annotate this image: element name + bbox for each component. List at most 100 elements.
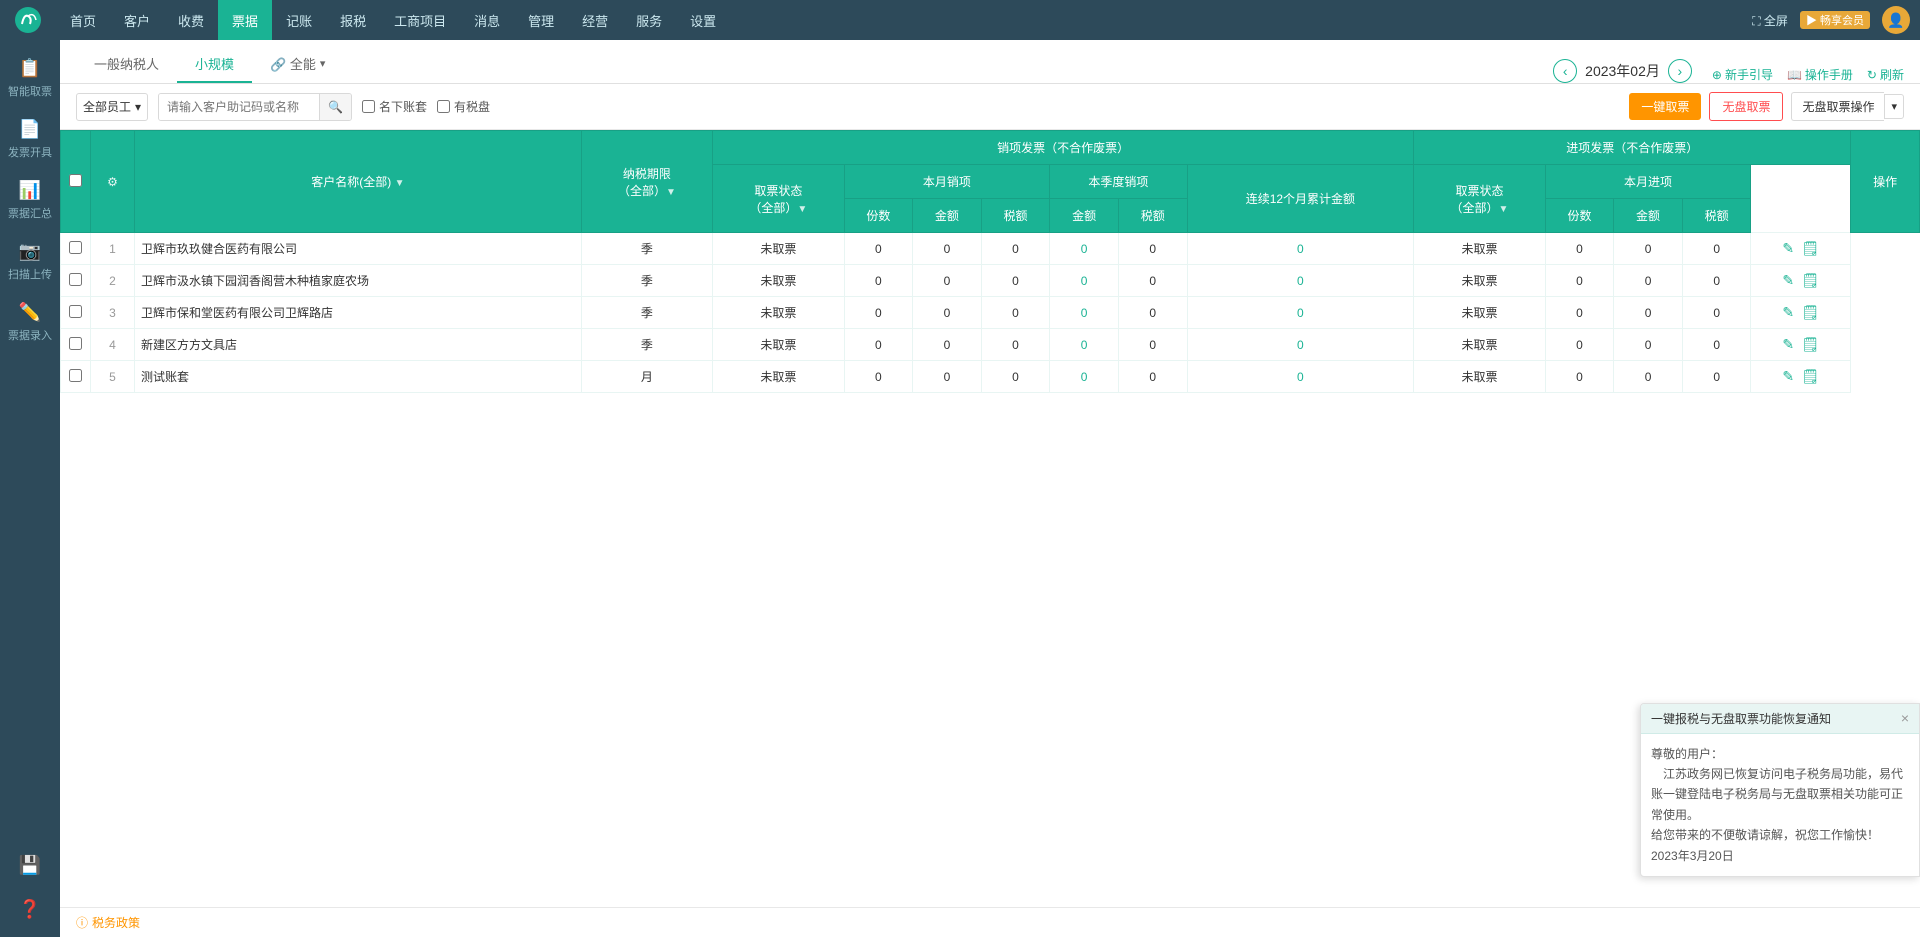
user-avatar[interactable]: 👤 xyxy=(1882,6,1910,34)
edit-icon[interactable]: ✎ xyxy=(1782,240,1794,256)
app-logo[interactable] xyxy=(10,2,46,38)
popup-close-btn[interactable]: × xyxy=(1901,710,1909,726)
sales-12m-link[interactable]: 0 xyxy=(1297,370,1304,384)
nav-item-服务[interactable]: 服务 xyxy=(622,0,676,40)
tab-group: 一般纳税人 小规模 🔗 全能 ▾ xyxy=(76,44,343,83)
sidebar-item-扫描上传[interactable]: 📷扫描上传 xyxy=(2,233,58,290)
settings-icon[interactable]: ⚙ xyxy=(107,175,118,189)
row-input-month-tax: 0 xyxy=(1682,233,1751,265)
tab-all-arrow: ▾ xyxy=(320,57,326,70)
tab-all-label: 🔗 全能 xyxy=(270,54,316,73)
tax-period-filter-icon[interactable]: ▼ xyxy=(666,187,676,198)
sales-12m-link[interactable]: 0 xyxy=(1297,242,1304,256)
client-filter-icon[interactable]: ▼ xyxy=(395,178,405,189)
sidebar-item-智能取票[interactable]: 📋智能取票 xyxy=(2,50,58,107)
input-status-filter-icon[interactable]: ▼ xyxy=(1499,204,1509,215)
nav-item-票据[interactable]: 票据 xyxy=(218,0,272,40)
row-checkbox[interactable] xyxy=(69,241,82,254)
period-next-btn[interactable]: › xyxy=(1668,59,1692,83)
row-checkbox[interactable] xyxy=(69,273,82,286)
row-checkbox[interactable] xyxy=(69,305,82,318)
row-checkbox[interactable] xyxy=(69,369,82,382)
nav-item-经营[interactable]: 经营 xyxy=(568,0,622,40)
sidebar-item-票据录入[interactable]: ✏️票据录入 xyxy=(2,294,58,351)
tab-bar: 一般纳税人 小规模 🔗 全能 ▾ ‹ 2023年02月 › ⊕ 新手引导 📖 操… xyxy=(60,40,1920,84)
edit-icon[interactable]: ✎ xyxy=(1782,304,1794,320)
edit-icon[interactable]: ✎ xyxy=(1782,336,1794,352)
sales-quarter-amount-link[interactable]: 0 xyxy=(1081,306,1088,320)
no-disk-ops-btn[interactable]: 无盘取票操作 xyxy=(1791,92,1884,121)
row-sales-month-amount: 0 xyxy=(913,361,982,393)
sidebar-item-票据汇总[interactable]: 📊票据汇总 xyxy=(2,172,58,229)
sales-12m-link[interactable]: 0 xyxy=(1297,274,1304,288)
one-click-btn[interactable]: 一键取票 xyxy=(1629,93,1701,120)
view-icon[interactable]: 🗒 xyxy=(1802,368,1820,384)
has-taxdisk-checkbox-label[interactable]: 有税盘 xyxy=(437,98,490,115)
tab-general-taxpayer[interactable]: 一般纳税人 xyxy=(76,44,177,83)
nav-item-记账[interactable]: 记账 xyxy=(272,0,326,40)
guide-btn[interactable]: ⊕ 新手引导 xyxy=(1712,66,1773,83)
nav-items: 首页客户收费票据记账报税工商项目消息管理经营服务设置 xyxy=(56,0,1752,40)
no-disk-ops-arrow[interactable]: ▾ xyxy=(1884,94,1904,119)
sales-quarter-amount-link[interactable]: 0 xyxy=(1081,370,1088,384)
sidebar-bottom: 💾 ❓ xyxy=(12,847,48,927)
th-sales-group: 销项发票（不合作废票） xyxy=(713,131,1414,165)
select-all-checkbox[interactable] xyxy=(69,174,82,187)
toolbar-right: 一键取票 无盘取票 无盘取票操作 ▾ xyxy=(1629,92,1904,121)
sales-quarter-amount-link[interactable]: 0 xyxy=(1081,242,1088,256)
nav-item-首页[interactable]: 首页 xyxy=(56,0,110,40)
nav-item-客户[interactable]: 客户 xyxy=(110,0,164,40)
search-button[interactable]: 🔍 xyxy=(319,94,351,120)
edit-icon[interactable]: ✎ xyxy=(1782,272,1794,288)
nav-item-设置[interactable]: 设置 xyxy=(676,0,730,40)
sales-12m-link[interactable]: 0 xyxy=(1297,306,1304,320)
tab-small-scale[interactable]: 小规模 xyxy=(177,44,252,83)
edit-icon[interactable]: ✎ xyxy=(1782,368,1794,384)
view-icon[interactable]: 🗒 xyxy=(1802,240,1820,256)
sidebar-help[interactable]: ❓ xyxy=(12,891,48,927)
sales-quarter-amount-link[interactable]: 0 xyxy=(1081,338,1088,352)
th-input-month-amount: 金额 xyxy=(1614,199,1683,233)
employee-filter-select[interactable]: 全部员工 ▾ xyxy=(76,93,148,121)
period-prev-btn[interactable]: ‹ xyxy=(1553,59,1577,83)
row-checkbox[interactable] xyxy=(69,337,82,350)
view-icon[interactable]: 🗒 xyxy=(1802,272,1820,288)
row-sales-12m: 0 xyxy=(1187,297,1414,329)
tab-all[interactable]: 🔗 全能 ▾ xyxy=(252,44,343,83)
row-input-month-amount: 0 xyxy=(1614,297,1683,329)
row-input-month-amount: 0 xyxy=(1614,361,1683,393)
sales-12m-link[interactable]: 0 xyxy=(1297,338,1304,352)
nav-item-管理[interactable]: 管理 xyxy=(514,0,568,40)
row-client: 卫辉市玖玖健合医药有限公司 xyxy=(135,233,582,265)
manual-btn[interactable]: 📖 操作手册 xyxy=(1787,66,1853,83)
nav-item-消息[interactable]: 消息 xyxy=(460,0,514,40)
view-icon[interactable]: 🗒 xyxy=(1802,304,1820,320)
nav-item-收费[interactable]: 收费 xyxy=(164,0,218,40)
row-sales-12m: 0 xyxy=(1187,233,1414,265)
row-sales-month-amount: 0 xyxy=(913,265,982,297)
sidebar-download[interactable]: 💾 xyxy=(12,847,48,883)
fullscreen-btn[interactable]: ⛶ 全屏 xyxy=(1752,12,1788,29)
row-sales-status: 未取票 xyxy=(713,233,844,265)
row-tax-period: 月 xyxy=(581,361,712,393)
has-taxdisk-checkbox[interactable] xyxy=(437,100,450,113)
refresh-btn[interactable]: ↻ 刷新 xyxy=(1867,66,1904,83)
vip-badge[interactable]: ▶ 畅享会员 xyxy=(1800,11,1870,29)
employee-filter-label: 全部员工 xyxy=(83,98,131,115)
my-accounts-checkbox[interactable] xyxy=(362,100,375,113)
no-disk-btn[interactable]: 无盘取票 xyxy=(1709,92,1783,121)
sales-status-filter-icon[interactable]: ▼ xyxy=(797,204,807,215)
sales-quarter-amount-link[interactable]: 0 xyxy=(1081,274,1088,288)
view-icon[interactable]: 🗒 xyxy=(1802,336,1820,352)
search-input[interactable] xyxy=(159,94,319,120)
tax-policy-link[interactable]: ⓘ 税务政策 xyxy=(76,914,140,931)
row-sales-month-tax: 0 xyxy=(981,297,1050,329)
sidebar-item-发票开具[interactable]: 📄发票开具 xyxy=(2,111,58,168)
nav-item-报税[interactable]: 报税 xyxy=(326,0,380,40)
my-accounts-checkbox-label[interactable]: 名下账套 xyxy=(362,98,427,115)
sidebar-icon: ✏️ xyxy=(19,302,41,323)
nav-item-工商项目[interactable]: 工商项目 xyxy=(380,0,460,40)
popup-body[interactable]: 尊敬的用户： 江苏政务网已恢复访问电子税务局功能，易代账一键登陆电子税务局与无盘… xyxy=(1641,734,1919,876)
row-client: 卫辉市汲水镇下园润香阁营木种植家庭农场 xyxy=(135,265,582,297)
table-row: 1 卫辉市玖玖健合医药有限公司 季 未取票 0 0 0 0 0 0 未取票 0 … xyxy=(61,233,1920,265)
